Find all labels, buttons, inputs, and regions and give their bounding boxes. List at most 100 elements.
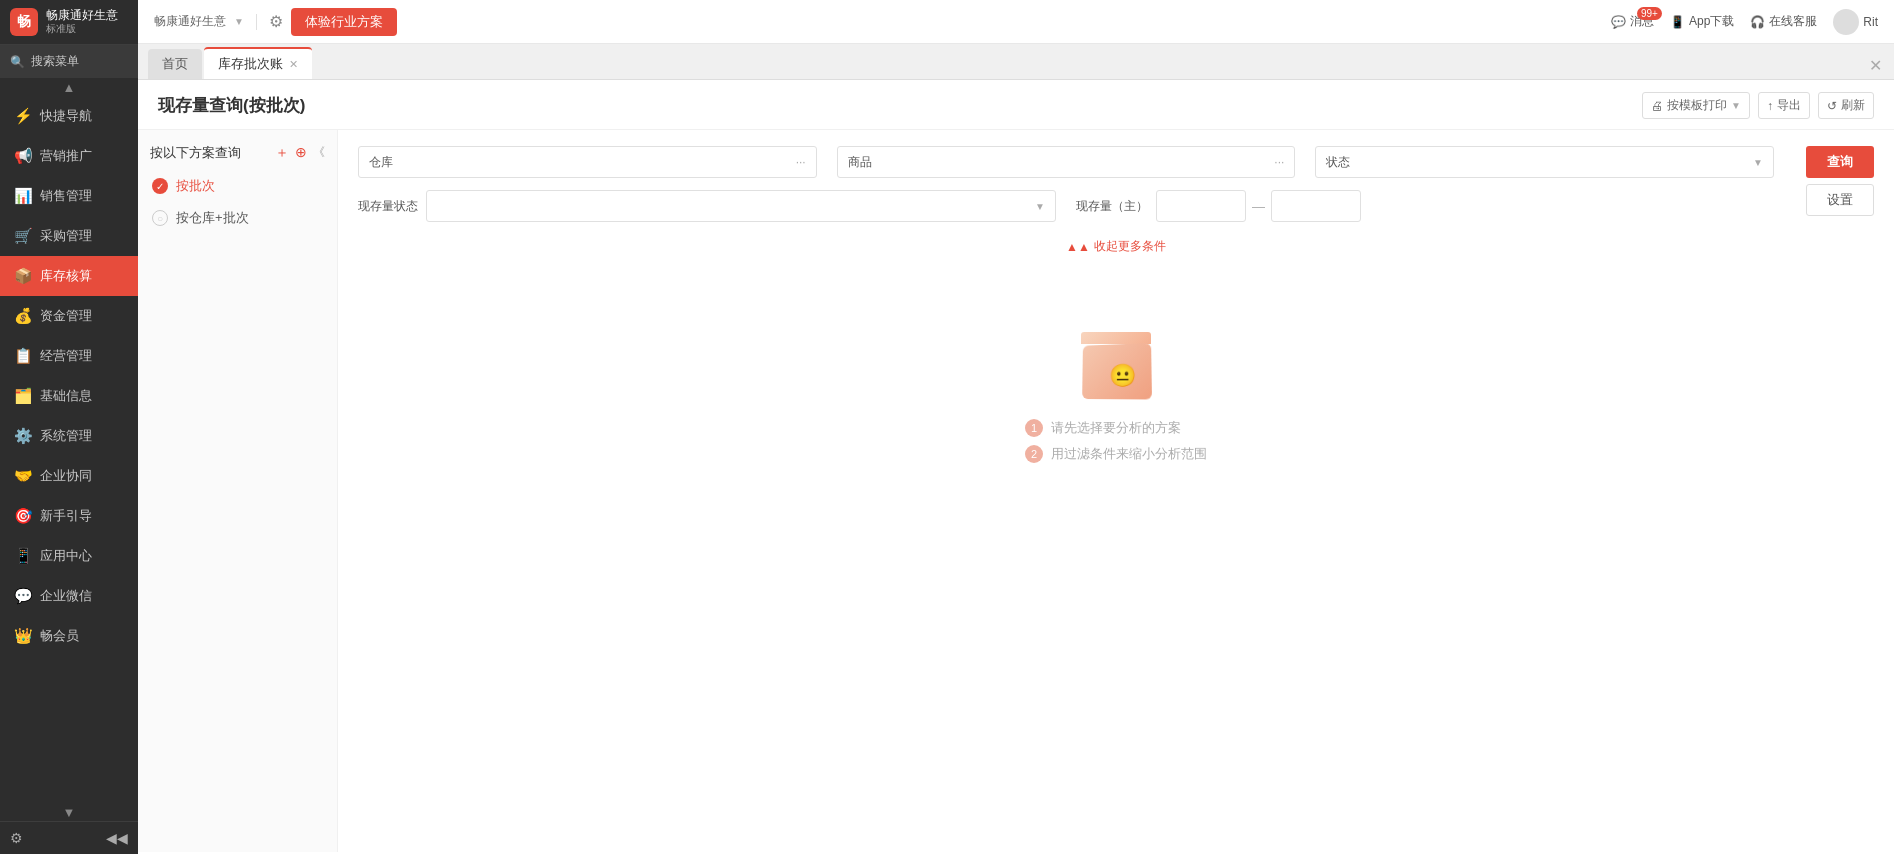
left-panel-header: 按以下方案查询 ＋ ⊕ 《 — [138, 140, 337, 170]
product-more-icon[interactable]: ··· — [1274, 155, 1284, 169]
close-panel-icon[interactable]: ✕ — [1865, 52, 1886, 79]
collapse-label: 收起更多条件 — [1094, 238, 1166, 255]
refresh-btn[interactable]: ↺ 刷新 — [1818, 92, 1874, 119]
sidebar-nav: ⚡ 快捷导航 📢 营销推广 📊 销售管理 🛒 采购管理 📦 库存核算 💰 资金管… — [0, 96, 138, 803]
inactive-scheme-dot: ○ — [152, 210, 168, 226]
inventory-icon: 📦 — [14, 267, 32, 285]
inventory-main-from[interactable] — [1156, 190, 1246, 222]
sidebar-item-label: 采购管理 — [40, 227, 92, 245]
sidebar-item-sales[interactable]: 📊 销售管理 — [0, 176, 138, 216]
print-template-btn[interactable]: 🖨 按模板打印 ▼ — [1642, 92, 1750, 119]
tab-close-icon[interactable]: ✕ — [289, 58, 298, 71]
headset-icon: 🎧 — [1750, 15, 1765, 29]
sidebar-item-operations[interactable]: 📋 经营管理 — [0, 336, 138, 376]
query-button[interactable]: 查询 — [1806, 146, 1874, 178]
box-body: 😐 — [1082, 343, 1152, 399]
breadcrumb-text: 畅康通好生意 — [154, 13, 226, 30]
status-label: 状态 — [1326, 154, 1350, 171]
app-download-btn[interactable]: 📱 App下载 — [1670, 13, 1734, 30]
tab-batch-account[interactable]: 库存批次账 ✕ — [204, 47, 312, 79]
product-label: 商品 — [848, 154, 872, 171]
settings-icon[interactable]: ⚙ — [10, 830, 23, 846]
collapse-sidebar-icon[interactable]: ◀◀ — [106, 830, 128, 846]
member-icon: 👑 — [14, 627, 32, 645]
sidebar-item-purchase[interactable]: 🛒 采购管理 — [0, 216, 138, 256]
app-download-label: App下载 — [1689, 13, 1734, 30]
sidebar-item-inventory[interactable]: 📦 库存核算 — [0, 256, 138, 296]
settings-button[interactable]: 设置 — [1806, 184, 1874, 216]
sidebar-item-cooperation[interactable]: 🤝 企业协同 — [0, 456, 138, 496]
scheme-warehouse-batch[interactable]: ○ 按仓库+批次 — [138, 202, 337, 234]
inventory-main-to[interactable] — [1271, 190, 1361, 222]
active-scheme-dot: ✓ — [152, 178, 168, 194]
app-title: 畅康通好生意 — [46, 8, 118, 22]
range-separator: — — [1252, 199, 1265, 214]
box-face: 😐 — [1109, 363, 1136, 389]
status-input[interactable] — [1358, 155, 1749, 169]
sidebar-item-shortcut[interactable]: ⚡ 快捷导航 — [0, 96, 138, 136]
sidebar-item-wechat[interactable]: 💬 企业微信 — [0, 576, 138, 616]
sidebar-item-label: 销售管理 — [40, 187, 92, 205]
scroll-up-btn[interactable]: ▲ — [0, 78, 138, 96]
print-label: 按模板打印 — [1667, 97, 1727, 114]
sidebar-item-label: 基础信息 — [40, 387, 92, 405]
add-scheme-icon[interactable]: ＋ — [275, 144, 289, 162]
trial-button[interactable]: 体验行业方案 — [291, 8, 397, 36]
tab-home-label: 首页 — [162, 55, 188, 73]
online-service-btn[interactable]: 🎧 在线客服 — [1750, 13, 1817, 30]
avatar — [1833, 9, 1859, 35]
sidebar-item-basics[interactable]: 🗂️ 基础信息 — [0, 376, 138, 416]
search-menu[interactable]: 🔍 搜索菜单 — [0, 45, 138, 78]
scheme-settings-icon[interactable]: ⊕ — [295, 144, 307, 162]
sidebar-item-label: 库存核算 — [40, 267, 92, 285]
product-input[interactable] — [880, 155, 1271, 169]
sidebar-item-system[interactable]: ⚙️ 系统管理 — [0, 416, 138, 456]
filter-inventory-main: 现存量（主） — — [1076, 190, 1774, 222]
messages-btn[interactable]: 💬 消息 99+ — [1611, 13, 1654, 30]
print-icon: 🖨 — [1651, 99, 1663, 113]
sidebar-item-label: 营销推广 — [40, 147, 92, 165]
gear-icon[interactable]: ⚙ — [269, 12, 283, 31]
sidebar-item-label: 应用中心 — [40, 547, 92, 565]
cooperation-icon: 🤝 — [14, 467, 32, 485]
sidebar-item-guide[interactable]: 🎯 新手引导 — [0, 496, 138, 536]
hint-text-1: 请先选择要分析的方案 — [1051, 419, 1181, 437]
content-area: 现存量查询(按批次) 🖨 按模板打印 ▼ ↑ 导出 ↺ 刷新 — [138, 80, 1894, 854]
user-profile-btn[interactable]: Rit — [1833, 9, 1878, 35]
warehouse-label: 仓库 — [369, 154, 393, 171]
sidebar-item-marketing[interactable]: 📢 营销推广 — [0, 136, 138, 176]
status-dropdown-icon[interactable]: ▼ — [1753, 157, 1763, 168]
filter-area: 按以下方案查询 ＋ ⊕ 《 ✓ 按批次 ○ 按仓库+批次 — [138, 130, 1894, 852]
panel-collapse-icon[interactable]: 《 — [313, 144, 325, 162]
export-btn[interactable]: ↑ 导出 — [1758, 92, 1810, 119]
empty-state: 😐 1 请先选择要分析的方案 2 用过滤条件来缩小分析范围 — [358, 259, 1874, 531]
warehouse-input[interactable] — [401, 155, 792, 169]
scheme-batch[interactable]: ✓ 按批次 — [138, 170, 337, 202]
filter-status: 状态 ▼ — [1315, 146, 1774, 178]
online-service-label: 在线客服 — [1769, 13, 1817, 30]
tab-home[interactable]: 首页 — [148, 49, 202, 79]
sidebar-item-member[interactable]: 👑 畅会员 — [0, 616, 138, 656]
inventory-status-label: 现存量状态 — [358, 198, 418, 215]
export-label: 导出 — [1777, 97, 1801, 114]
box-top — [1081, 332, 1151, 344]
sidebar-bottom: ⚙ ◀◀ — [0, 821, 138, 854]
empty-hint-1: 1 请先选择要分析的方案 — [1025, 419, 1207, 437]
app-logo: 畅 — [10, 8, 38, 36]
breadcrumb: 畅康通好生意 — [154, 13, 226, 30]
tab-batch-account-label: 库存批次账 — [218, 55, 283, 73]
hint-text-2: 用过滤条件来缩小分析范围 — [1051, 445, 1207, 463]
page-header: 现存量查询(按批次) 🖨 按模板打印 ▼ ↑ 导出 ↺ 刷新 — [138, 80, 1894, 130]
inventory-status-select[interactable]: ▼ — [426, 190, 1056, 222]
sidebar-item-finance[interactable]: 💰 资金管理 — [0, 296, 138, 336]
warehouse-more-icon[interactable]: ··· — [796, 155, 806, 169]
hint-num-1: 1 — [1025, 419, 1043, 437]
scroll-down-btn[interactable]: ▼ — [0, 803, 138, 821]
sidebar-item-apps[interactable]: 📱 应用中心 — [0, 536, 138, 576]
filter-product: 商品 ··· — [837, 146, 1296, 178]
chevron-down-icon[interactable]: ▼ — [234, 16, 244, 27]
topbar: 畅康通好生意 ▼ ⚙ 体验行业方案 💬 消息 99+ 📱 App下载 🎧 在线客… — [138, 0, 1894, 44]
page-header-actions: 🖨 按模板打印 ▼ ↑ 导出 ↺ 刷新 — [1642, 92, 1874, 119]
sidebar-header: 畅 畅康通好生意 标准版 — [0, 0, 138, 45]
collapse-button[interactable]: ▲▲ 收起更多条件 — [358, 234, 1874, 259]
